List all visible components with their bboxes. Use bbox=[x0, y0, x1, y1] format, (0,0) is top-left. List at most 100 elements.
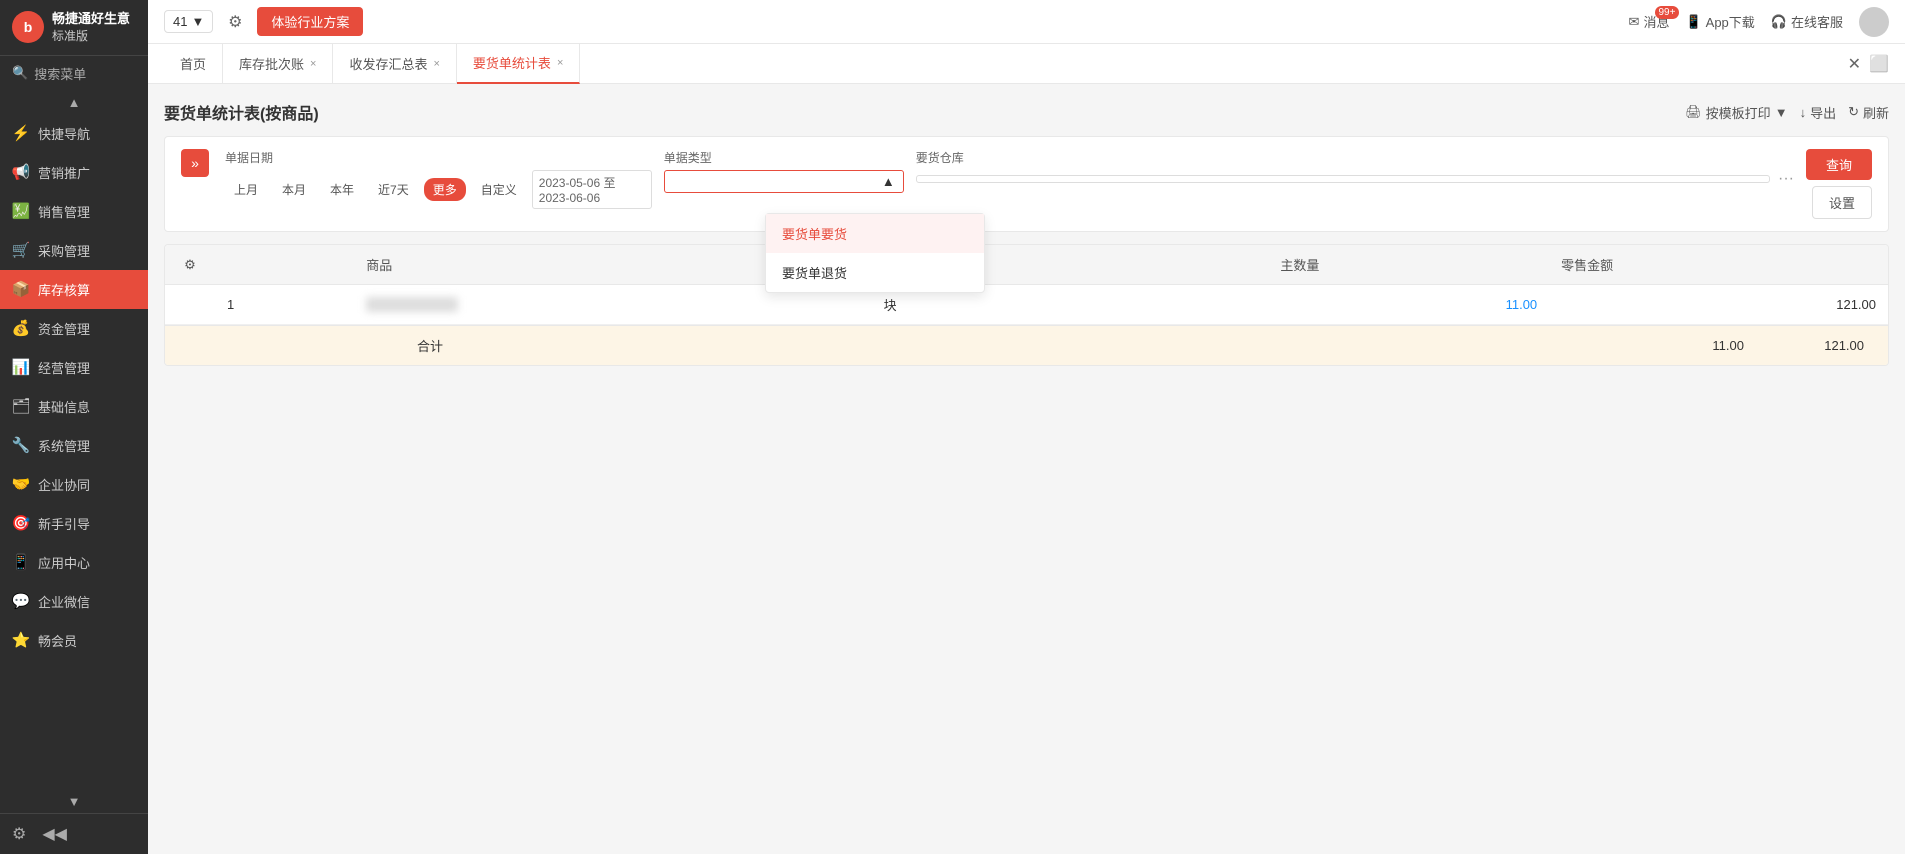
user-avatar[interactable] bbox=[1859, 7, 1889, 37]
topbar-right: ✉ 消息 99+ 📱 App下载 🎧 在线客服 bbox=[1629, 7, 1889, 37]
sales-icon: 💹 bbox=[12, 202, 30, 220]
sidebar-item-vip[interactable]: ⭐ 畅会员 bbox=[0, 621, 148, 660]
refresh-button[interactable]: ↻ 刷新 bbox=[1848, 103, 1889, 122]
tabs-actions: ✕ ⬜ bbox=[1848, 54, 1889, 74]
filter-type-select[interactable]: ▲ bbox=[664, 170, 904, 193]
page-header: 要货单统计表(按商品) 🖨 按模板打印 ▼ ↓ 导出 ↻ 刷新 bbox=[164, 100, 1889, 124]
sidebar-item-operations[interactable]: 📊 经营管理 bbox=[0, 348, 148, 387]
footer-label: 合计 bbox=[417, 336, 443, 355]
print-chevron-icon: ▼ bbox=[1775, 105, 1788, 120]
tabs-maximize-icon[interactable]: ⬜ bbox=[1869, 54, 1889, 74]
sidebar-item-label: 采购管理 bbox=[38, 241, 90, 260]
tab-home[interactable]: 首页 bbox=[164, 44, 223, 84]
sidebar-item-label: 经营管理 bbox=[38, 358, 90, 377]
tab-receive-summary[interactable]: 收发存汇总表 × bbox=[333, 44, 456, 84]
type-dropdown-menu: 要货单要货 要货单退货 bbox=[765, 213, 985, 293]
messages-badge: 99+ bbox=[1655, 6, 1680, 19]
tab-order-stats-close[interactable]: × bbox=[557, 57, 563, 69]
filter-warehouse-more-icon[interactable]: ··· bbox=[1778, 170, 1794, 188]
sidebar-item-label: 营销推广 bbox=[38, 163, 90, 182]
date-btn-last-month[interactable]: 上月 bbox=[225, 177, 267, 202]
filter-expand-button[interactable]: » bbox=[181, 149, 209, 177]
sidebar-item-label: 库存核算 bbox=[38, 280, 90, 299]
table-col-settings[interactable]: ⚙ bbox=[165, 245, 215, 285]
refresh-icon: ↻ bbox=[1848, 104, 1859, 120]
company-selector[interactable]: 41 ▼ bbox=[164, 10, 213, 33]
footer-amount: 121.00 bbox=[1756, 338, 1876, 353]
sidebar-scroll-down[interactable]: ▼ bbox=[0, 790, 148, 813]
wechat-icon: 💬 bbox=[12, 592, 30, 610]
tab-receive-summary-close[interactable]: × bbox=[433, 58, 439, 70]
data-table-container: ⚙ 商品 主计量单位 主数量 零售金额 1 ██████████ bbox=[164, 244, 1889, 366]
app-center-icon: 📱 bbox=[12, 553, 30, 571]
tab-home-label: 首页 bbox=[180, 54, 206, 73]
sidebar-item-sales[interactable]: 💹 销售管理 bbox=[0, 192, 148, 231]
sidebar-item-label: 系统管理 bbox=[38, 436, 90, 455]
table-footer: 合计 11.00 121.00 bbox=[165, 325, 1888, 365]
table-settings-icon[interactable]: ⚙ bbox=[184, 257, 196, 272]
date-btn-this-month[interactable]: 本月 bbox=[273, 177, 315, 202]
sidebar-collapse-icon[interactable]: ◀◀ bbox=[42, 824, 67, 844]
sidebar-settings-icon[interactable]: ⚙ bbox=[12, 824, 26, 844]
date-range-input[interactable]: 2023-05-06 至 2023-06-06 bbox=[532, 170, 652, 209]
sidebar-item-label: 销售管理 bbox=[38, 202, 90, 221]
app-download-button[interactable]: 📱 App下载 bbox=[1685, 12, 1754, 31]
filter-warehouse-select[interactable] bbox=[916, 175, 1770, 183]
table-col-quantity: 主数量 bbox=[1268, 245, 1549, 285]
sidebar-item-marketing[interactable]: 📢 营销推广 bbox=[0, 153, 148, 192]
table-col-amount: 零售金额 bbox=[1549, 245, 1888, 285]
sidebar: b 畅捷通好生意 标准版 🔍 搜索菜单 ▲ ⚡ 快捷导航 📢 营销推广 💹 销售… bbox=[0, 0, 148, 854]
app-logo: b 畅捷通好生意 标准版 bbox=[0, 0, 148, 56]
sidebar-item-wechat[interactable]: 💬 企业微信 bbox=[0, 582, 148, 621]
dropdown-item-order-goods[interactable]: 要货单要货 bbox=[766, 214, 984, 253]
base-info-icon: 🗂 bbox=[12, 397, 30, 415]
date-btn-custom[interactable]: 自定义 bbox=[472, 177, 526, 202]
sidebar-item-system[interactable]: 🔧 系统管理 bbox=[0, 426, 148, 465]
filter-warehouse-label: 要货仓库 bbox=[916, 149, 1794, 166]
filter-date-row: 上月 本月 本年 近7天 更多 自定义 2023-05-06 至 2023-06… bbox=[225, 170, 652, 209]
filter-date-group: 单据日期 上月 本月 本年 近7天 更多 自定义 2023-05-06 至 20… bbox=[225, 149, 652, 209]
export-button[interactable]: ↓ 导出 bbox=[1800, 103, 1837, 122]
system-icon: 🔧 bbox=[12, 436, 30, 454]
topbar-gear-button[interactable]: ⚙ bbox=[221, 8, 249, 36]
table-header-row: ⚙ 商品 主计量单位 主数量 零售金额 bbox=[165, 245, 1888, 285]
online-service-icon: 🎧 bbox=[1771, 14, 1787, 30]
filter-settings-button[interactable]: 设置 bbox=[1812, 186, 1872, 219]
sidebar-item-enterprise[interactable]: 🤝 企业协同 bbox=[0, 465, 148, 504]
filter-buttons: 查询 设置 bbox=[1806, 149, 1872, 219]
footer-quantity: 11.00 bbox=[1636, 338, 1756, 353]
filter-type-label: 单据类型 bbox=[664, 149, 904, 166]
sidebar-item-base-info[interactable]: 🗂 基础信息 bbox=[0, 387, 148, 426]
sidebar-item-app-center[interactable]: 📱 应用中心 bbox=[0, 543, 148, 582]
tabs-close-all-icon[interactable]: ✕ bbox=[1848, 54, 1861, 74]
operations-icon: 📊 bbox=[12, 358, 30, 376]
filter-type-group: 单据类型 ▲ bbox=[664, 149, 904, 193]
messages-button[interactable]: ✉ 消息 99+ bbox=[1629, 12, 1670, 31]
trial-button[interactable]: 体验行业方案 bbox=[257, 7, 363, 36]
sidebar-item-finance[interactable]: 💰 资金管理 bbox=[0, 309, 148, 348]
sidebar-item-label: 资金管理 bbox=[38, 319, 90, 338]
refresh-label: 刷新 bbox=[1863, 103, 1889, 122]
purchase-icon: 🛒 bbox=[12, 241, 30, 259]
dropdown-item-order-return[interactable]: 要货单退货 bbox=[766, 253, 984, 292]
date-btn-this-year[interactable]: 本年 bbox=[321, 177, 363, 202]
tab-stock-batch[interactable]: 库存批次账 × bbox=[223, 44, 333, 84]
date-btn-more[interactable]: 更多 bbox=[424, 178, 466, 201]
vip-icon: ⭐ bbox=[12, 631, 30, 649]
tab-order-stats-label: 要货单统计表 bbox=[473, 53, 551, 72]
tab-order-stats[interactable]: 要货单统计表 × bbox=[457, 44, 580, 84]
sidebar-item-quick-nav[interactable]: ⚡ 快捷导航 bbox=[0, 114, 148, 153]
sidebar-scroll-up[interactable]: ▲ bbox=[0, 91, 148, 114]
search-menu[interactable]: 🔍 搜索菜单 bbox=[0, 56, 148, 91]
finance-icon: 💰 bbox=[12, 319, 30, 337]
online-service-button[interactable]: 🎧 在线客服 bbox=[1771, 12, 1843, 31]
sidebar-item-newbie[interactable]: 🎯 新手引导 bbox=[0, 504, 148, 543]
filter-date-label: 单据日期 bbox=[225, 149, 652, 166]
sidebar-item-label: 企业微信 bbox=[38, 592, 90, 611]
tab-stock-batch-close[interactable]: × bbox=[310, 58, 316, 70]
date-btn-7days[interactable]: 近7天 bbox=[369, 177, 418, 202]
query-button[interactable]: 查询 bbox=[1806, 149, 1872, 180]
sidebar-item-inventory[interactable]: 📦 库存核算 bbox=[0, 270, 148, 309]
sidebar-item-purchase[interactable]: 🛒 采购管理 bbox=[0, 231, 148, 270]
print-button[interactable]: 🖨 按模板打印 ▼ bbox=[1685, 103, 1787, 122]
